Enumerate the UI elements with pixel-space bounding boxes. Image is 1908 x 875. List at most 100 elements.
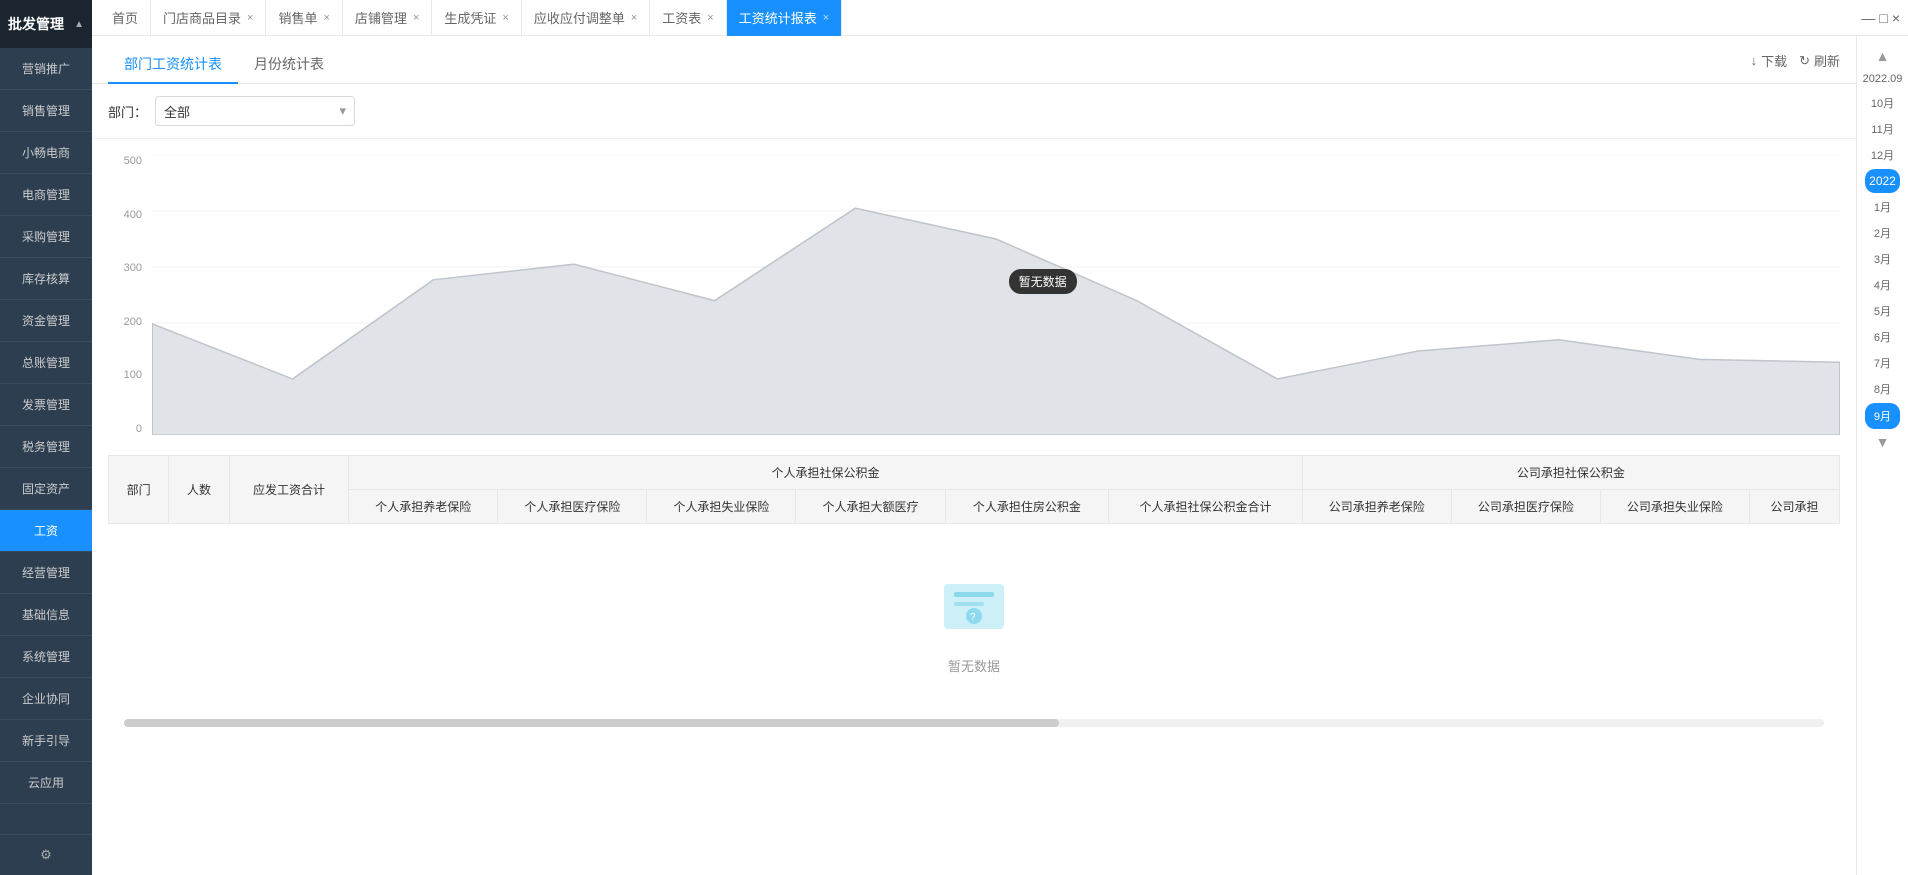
col-company-social: 公司承担社保公积金 [1302, 456, 1839, 490]
sidebar-item-assets[interactable]: 固定资产 [0, 468, 92, 510]
tab-window-controls[interactable]: — □ × [1861, 10, 1900, 26]
sidebar-item-salary[interactable]: 工资 [0, 510, 92, 552]
timeline-item-nov[interactable]: 11月 [1859, 116, 1907, 142]
download-label: 下载 [1761, 51, 1787, 70]
dept-select-value: 全部 [164, 102, 190, 121]
horizontal-scrollbar[interactable] [124, 719, 1824, 727]
sub-tabs-container: 部门工资统计表月份统计表 [108, 46, 340, 83]
timeline-nav-up[interactable]: ▲ [1872, 44, 1894, 68]
select-arrow-icon: ▾ [339, 103, 346, 119]
col-sub-header: 个人承担大额医疗 [796, 490, 945, 524]
y-label-300: 300 [124, 262, 142, 274]
sidebar-item-invoice[interactable]: 发票管理 [0, 384, 92, 426]
sidebar-item-ledger[interactable]: 总账管理 [0, 342, 92, 384]
sidebar-item-ecommerce[interactable]: 电商管理 [0, 174, 92, 216]
col-count: 人数 [169, 456, 229, 524]
tab-salary-report[interactable]: 工资统计报表× [727, 0, 842, 36]
timeline-item-mar[interactable]: 3月 [1859, 246, 1907, 272]
tab-receivable[interactable]: 应收应付调整单× [522, 0, 650, 36]
col-sub-header: 公司承担医疗保险 [1451, 490, 1600, 524]
sidebar: 批发管理 ▲ 营销推广销售管理小畅电商电商管理采购管理库存核算资金管理总账管理发… [0, 0, 92, 875]
col-sub-header: 个人承担社保公积金合计 [1109, 490, 1302, 524]
sidebar-item-system[interactable]: 系统管理 [0, 636, 92, 678]
sidebar-items: 营销推广销售管理小畅电商电商管理采购管理库存核算资金管理总账管理发票管理税务管理… [0, 48, 92, 804]
tab-close-sales-order[interactable]: × [323, 12, 329, 24]
download-button[interactable]: ↓ 下载 [1751, 51, 1788, 70]
refresh-button[interactable]: ↻ 刷新 [1799, 51, 1840, 70]
timeline-item-aug[interactable]: 8月 [1859, 376, 1907, 402]
timeline-item-jan[interactable]: 1月 [1859, 194, 1907, 220]
sidebar-item-cloud[interactable]: 云应用 [0, 762, 92, 804]
download-icon: ↓ [1751, 53, 1758, 68]
timeline-nav-down[interactable]: ▼ [1872, 430, 1894, 454]
minimize-icon[interactable]: — [1861, 10, 1875, 26]
right-timeline: ▲ 2022.0910月11月12月20221月2月3月4月5月6月7月8月9月… [1856, 36, 1908, 875]
tabs-container: 首页门店商品目录×销售单×店铺管理×生成凭证×应收应付调整单×工资表×工资统计报… [100, 0, 1861, 36]
sub-tab-monthly-stats[interactable]: 月份统计表 [238, 46, 340, 84]
tab-voucher[interactable]: 生成凭证× [432, 0, 521, 36]
top-tabs: 首页门店商品目录×销售单×店铺管理×生成凭证×应收应付调整单×工资表×工资统计报… [92, 0, 1908, 36]
y-label-500: 500 [124, 155, 142, 167]
tab-close-voucher[interactable]: × [502, 12, 508, 24]
tab-home[interactable]: 首页 [100, 0, 151, 36]
timeline-item-jul[interactable]: 7月 [1859, 350, 1907, 376]
dept-filter-label: 部门： [108, 102, 147, 121]
sidebar-settings[interactable]: ⚙ [0, 834, 92, 875]
sidebar-header[interactable]: 批发管理 ▲ [0, 0, 92, 48]
timeline-item-2022-09[interactable]: 2022.09 [1859, 68, 1907, 90]
filter-bar: 部门： 全部 ▾ [92, 84, 1856, 139]
sidebar-item-finance[interactable]: 资金管理 [0, 300, 92, 342]
sidebar-item-basic[interactable]: 基础信息 [0, 594, 92, 636]
main-content: 首页门店商品目录×销售单×店铺管理×生成凭证×应收应付调整单×工资表×工资统计报… [92, 0, 1908, 875]
timeline-item-oct[interactable]: 10月 [1859, 90, 1907, 116]
dept-select[interactable]: 全部 ▾ [155, 96, 355, 126]
refresh-icon: ↻ [1799, 53, 1810, 69]
timeline-item-apr[interactable]: 4月 [1859, 272, 1907, 298]
tab-salary-table[interactable]: 工资表× [650, 0, 726, 36]
sidebar-item-purchase[interactable]: 采购管理 [0, 216, 92, 258]
timeline-item-2022[interactable]: 2022 [1865, 169, 1901, 193]
page-body: 部门工资统计表月份统计表 ↓ 下载 ↻ 刷新 部门： 全部 ▾ [92, 36, 1908, 875]
empty-icon: ? [934, 564, 1014, 644]
tab-close-salary-table[interactable]: × [707, 12, 713, 24]
sub-tab-dept-stats[interactable]: 部门工资统计表 [108, 46, 238, 84]
timeline-items: 2022.0910月11月12月20221月2月3月4月5月6月7月8月9月 [1859, 68, 1907, 430]
chart-container: 500 400 300 200 100 0 [108, 155, 1840, 455]
tab-store-manage[interactable]: 店铺管理× [343, 0, 432, 36]
y-label-0: 0 [136, 423, 142, 435]
content-area: 部门工资统计表月份统计表 ↓ 下载 ↻ 刷新 部门： 全部 ▾ [92, 36, 1856, 875]
close-window-icon[interactable]: × [1892, 10, 1900, 26]
timeline-item-jun[interactable]: 6月 [1859, 324, 1907, 350]
gear-icon: ⚙ [40, 847, 52, 862]
sidebar-item-ecommerce-small[interactable]: 小畅电商 [0, 132, 92, 174]
tab-close-catalog[interactable]: × [247, 12, 253, 24]
timeline-item-feb[interactable]: 2月 [1859, 220, 1907, 246]
y-label-200: 200 [124, 316, 142, 328]
tab-close-receivable[interactable]: × [631, 12, 637, 24]
col-sub-header: 个人承担住房公积金 [945, 490, 1109, 524]
sidebar-item-sales[interactable]: 销售管理 [0, 90, 92, 132]
table-section: 部门 人数 应发工资合计 个人承担社保公积金 公司承担社保公积金 个人承担养老保… [108, 455, 1840, 731]
sidebar-item-operations[interactable]: 经营管理 [0, 552, 92, 594]
col-personal-social: 个人承担社保公积金 [349, 456, 1303, 490]
chart-area: 500 400 300 200 100 0 [92, 139, 1856, 875]
timeline-item-may[interactable]: 5月 [1859, 298, 1907, 324]
timeline-item-dec[interactable]: 12月 [1859, 142, 1907, 168]
sidebar-item-enterprise[interactable]: 企业协同 [0, 678, 92, 720]
data-table: 部门 人数 应发工资合计 个人承担社保公积金 公司承担社保公积金 个人承担养老保… [108, 455, 1840, 715]
tab-close-store-manage[interactable]: × [413, 12, 419, 24]
col-sub-header: 公司承担失业保险 [1600, 490, 1749, 524]
col-total-salary: 应发工资合计 [229, 456, 349, 524]
sidebar-item-inventory[interactable]: 库存核算 [0, 258, 92, 300]
tab-close-salary-report[interactable]: × [823, 12, 829, 24]
col-sub-header: 公司承担养老保险 [1302, 490, 1451, 524]
sidebar-item-tax[interactable]: 税务管理 [0, 426, 92, 468]
timeline-item-sep[interactable]: 9月 [1865, 403, 1901, 429]
restore-icon[interactable]: □ [1879, 10, 1887, 26]
sidebar-item-marketing[interactable]: 营销推广 [0, 48, 92, 90]
sidebar-item-guide[interactable]: 新手引导 [0, 720, 92, 762]
svg-text:?: ? [970, 612, 976, 623]
area-chart [152, 155, 1840, 435]
tab-catalog[interactable]: 门店商品目录× [151, 0, 266, 36]
tab-sales-order[interactable]: 销售单× [266, 0, 342, 36]
